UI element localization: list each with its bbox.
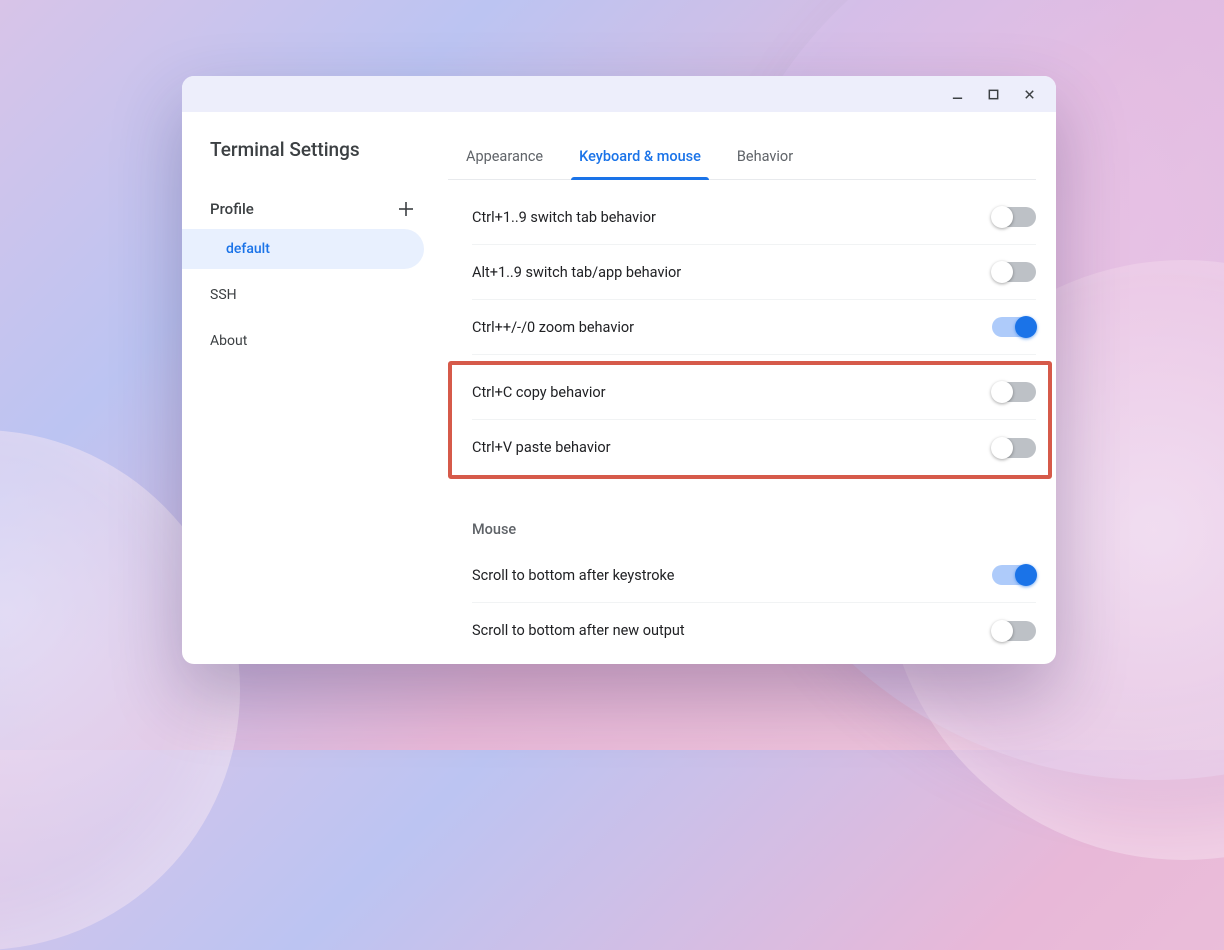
- toggle-scroll-output[interactable]: [992, 621, 1036, 641]
- sidebar-item-about[interactable]: About: [182, 321, 424, 361]
- setting-label: Ctrl+C copy behavior: [472, 384, 606, 401]
- close-button[interactable]: [1012, 80, 1046, 108]
- profile-label: Profile: [210, 200, 254, 218]
- maximize-icon: [987, 88, 1000, 101]
- sidebar-item-default[interactable]: default: [182, 229, 424, 269]
- toggle-ctrl-1-9[interactable]: [992, 207, 1036, 227]
- mouse-section-label: Mouse: [472, 485, 1036, 548]
- tab-keyboard-mouse[interactable]: Keyboard & mouse: [561, 136, 719, 179]
- tab-behavior[interactable]: Behavior: [719, 136, 811, 179]
- setting-row-ctrl-c: Ctrl+C copy behavior: [472, 365, 1036, 420]
- settings-content: Ctrl+1..9 switch tab behavior Alt+1..9 s…: [436, 180, 1036, 658]
- highlighted-settings-box: Ctrl+C copy behavior Ctrl+V paste behavi…: [448, 361, 1052, 479]
- toggle-ctrl-v[interactable]: [992, 438, 1036, 458]
- setting-row-scroll-keystroke: Scroll to bottom after keystroke: [472, 548, 1036, 603]
- setting-row-alt-1-9: Alt+1..9 switch tab/app behavior: [472, 245, 1036, 300]
- setting-label: Scroll to bottom after new output: [472, 622, 685, 639]
- settings-window: Terminal Settings Profile default SSH Ab…: [182, 76, 1056, 664]
- profile-section-header: Profile: [182, 189, 436, 229]
- toggle-ctrl-zoom[interactable]: [992, 317, 1036, 337]
- main-panel: Appearance Keyboard & mouse Behavior Ctr…: [436, 112, 1056, 664]
- sidebar-item-ssh[interactable]: SSH: [182, 275, 424, 315]
- sidebar-item-label: About: [210, 333, 247, 349]
- sidebar-item-label: SSH: [210, 287, 237, 303]
- setting-label: Ctrl+V paste behavior: [472, 439, 611, 456]
- setting-row-ctrl-v: Ctrl+V paste behavior: [472, 420, 1036, 475]
- minimize-icon: [951, 88, 964, 101]
- page-title: Terminal Settings: [182, 138, 436, 189]
- add-profile-button[interactable]: [392, 195, 420, 223]
- tab-label: Behavior: [737, 148, 793, 165]
- maximize-button[interactable]: [976, 80, 1010, 108]
- tab-label: Appearance: [466, 148, 543, 165]
- toggle-alt-1-9[interactable]: [992, 262, 1036, 282]
- tab-appearance[interactable]: Appearance: [448, 136, 561, 179]
- toggle-scroll-keystroke[interactable]: [992, 565, 1036, 585]
- setting-label: Ctrl++/-/0 zoom behavior: [472, 319, 634, 336]
- sidebar-item-label: default: [226, 241, 270, 257]
- plus-icon: [397, 200, 415, 218]
- tabbar: Appearance Keyboard & mouse Behavior: [448, 112, 1036, 180]
- setting-label: Ctrl+1..9 switch tab behavior: [472, 209, 656, 226]
- close-icon: [1023, 88, 1036, 101]
- tab-label: Keyboard & mouse: [579, 148, 701, 165]
- titlebar: [182, 76, 1056, 112]
- setting-label: Alt+1..9 switch tab/app behavior: [472, 264, 681, 281]
- setting-row-scroll-output: Scroll to bottom after new output: [472, 603, 1036, 658]
- sidebar: Terminal Settings Profile default SSH Ab…: [182, 112, 436, 664]
- toggle-ctrl-c[interactable]: [992, 382, 1036, 402]
- setting-label: Scroll to bottom after keystroke: [472, 567, 674, 584]
- setting-row-ctrl-zoom: Ctrl++/-/0 zoom behavior: [472, 300, 1036, 355]
- setting-row-ctrl-1-9: Ctrl+1..9 switch tab behavior: [472, 190, 1036, 245]
- minimize-button[interactable]: [940, 80, 974, 108]
